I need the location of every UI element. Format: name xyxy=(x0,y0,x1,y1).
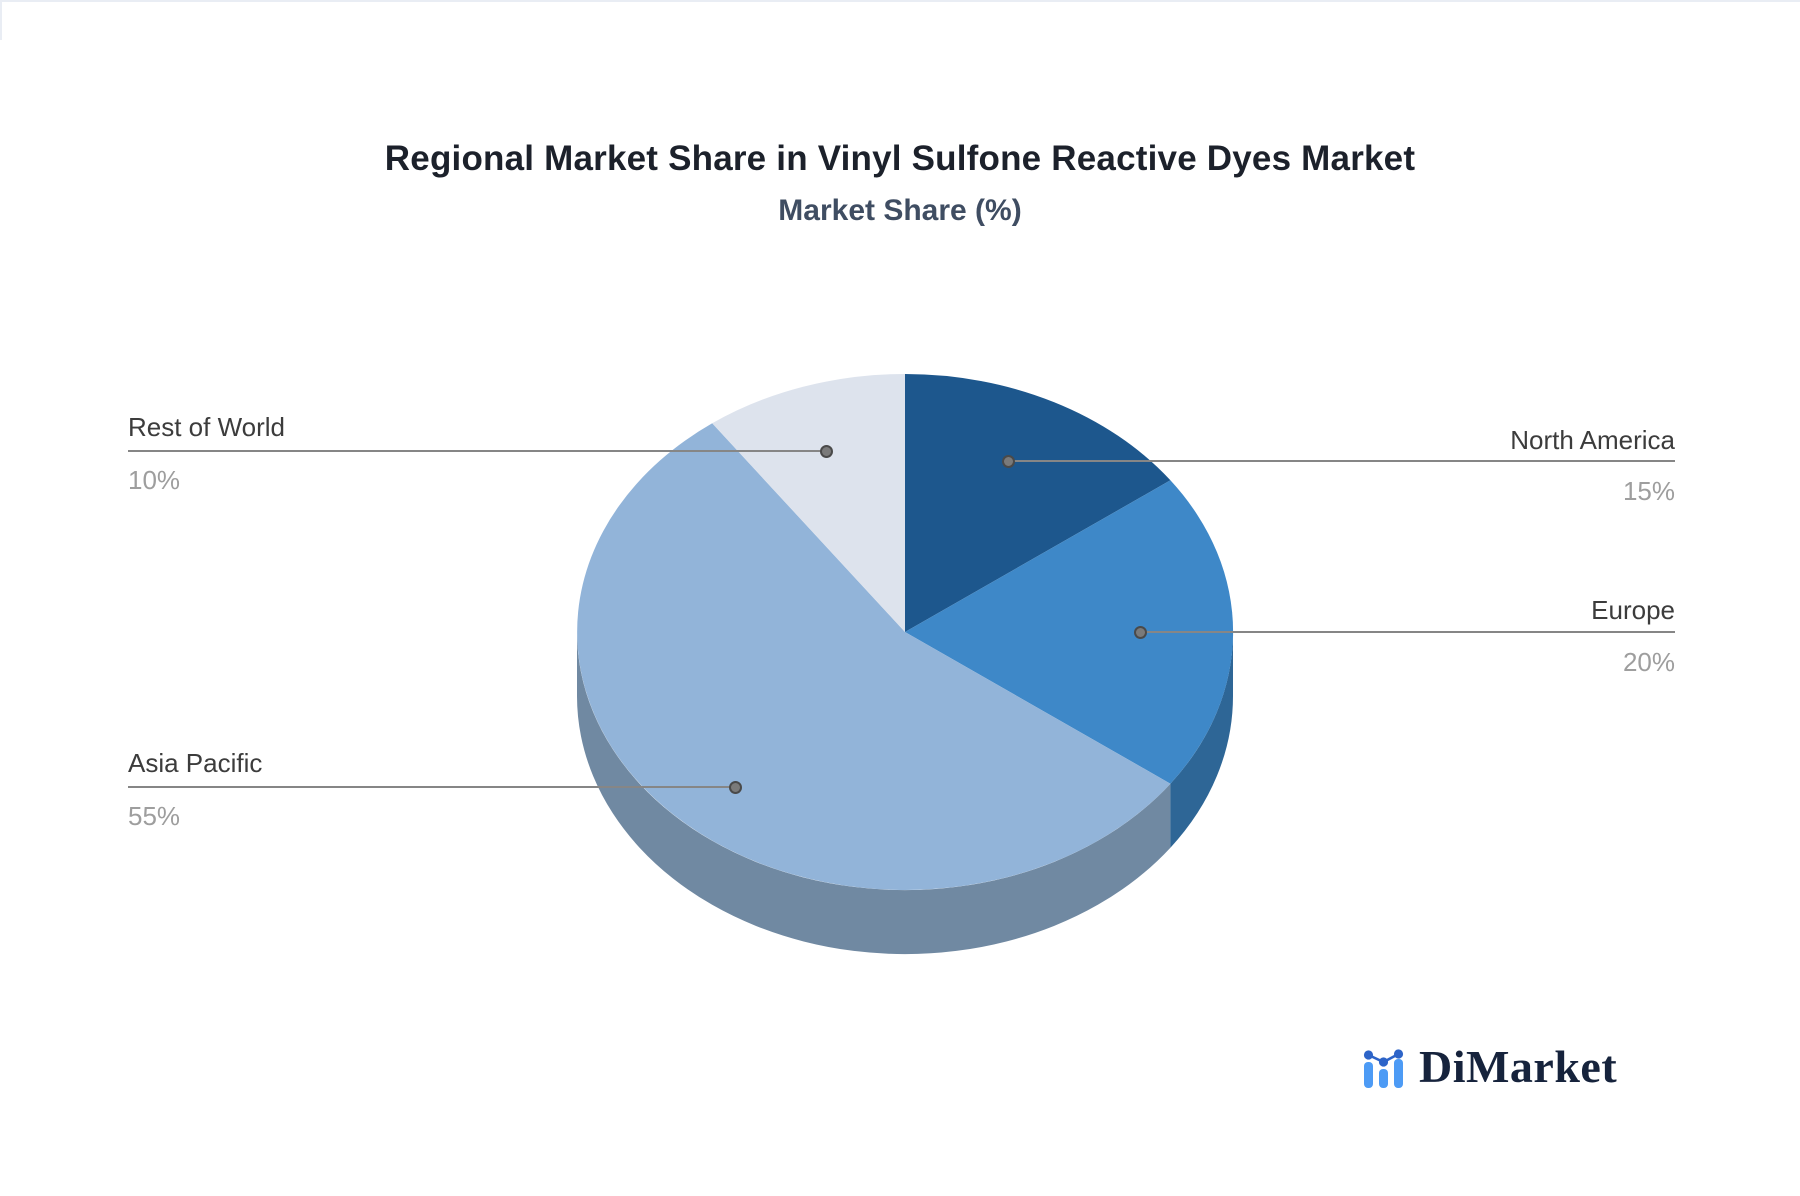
callout-line-north-america xyxy=(1008,460,1675,462)
callout-line-rest-of-world xyxy=(128,450,827,452)
callout-label-north-america: North America xyxy=(1510,425,1675,455)
callout-line-asia-pacific xyxy=(128,786,736,788)
callout-value-europe: 20% xyxy=(1622,647,1675,677)
chart-canvas: Regional Market Share in Vinyl Sulfone R… xyxy=(0,0,1800,1196)
brand-name: DiMarket xyxy=(1419,1041,1618,1092)
callout-value-rest-of-world: 10% xyxy=(128,465,181,495)
callout-label-rest-of-world: Rest of World xyxy=(128,412,286,442)
bar-line-chart-icon xyxy=(1363,1049,1404,1088)
callout-dot-europe xyxy=(1134,626,1147,639)
callout-dot-asia-pacific xyxy=(729,781,742,794)
callout-dot-rest-of-world xyxy=(820,445,833,458)
callout-label-europe: Europe xyxy=(1591,595,1675,625)
callout-line-europe xyxy=(1140,631,1675,633)
callout-value-asia-pacific: 55% xyxy=(128,801,181,831)
callout-value-north-america: 15% xyxy=(1622,476,1675,506)
brand-logo[interactable]: DiMarket xyxy=(1360,1038,1617,1096)
callout-label-asia-pacific: Asia Pacific xyxy=(128,748,263,778)
callout-dot-north-america xyxy=(1002,455,1015,468)
